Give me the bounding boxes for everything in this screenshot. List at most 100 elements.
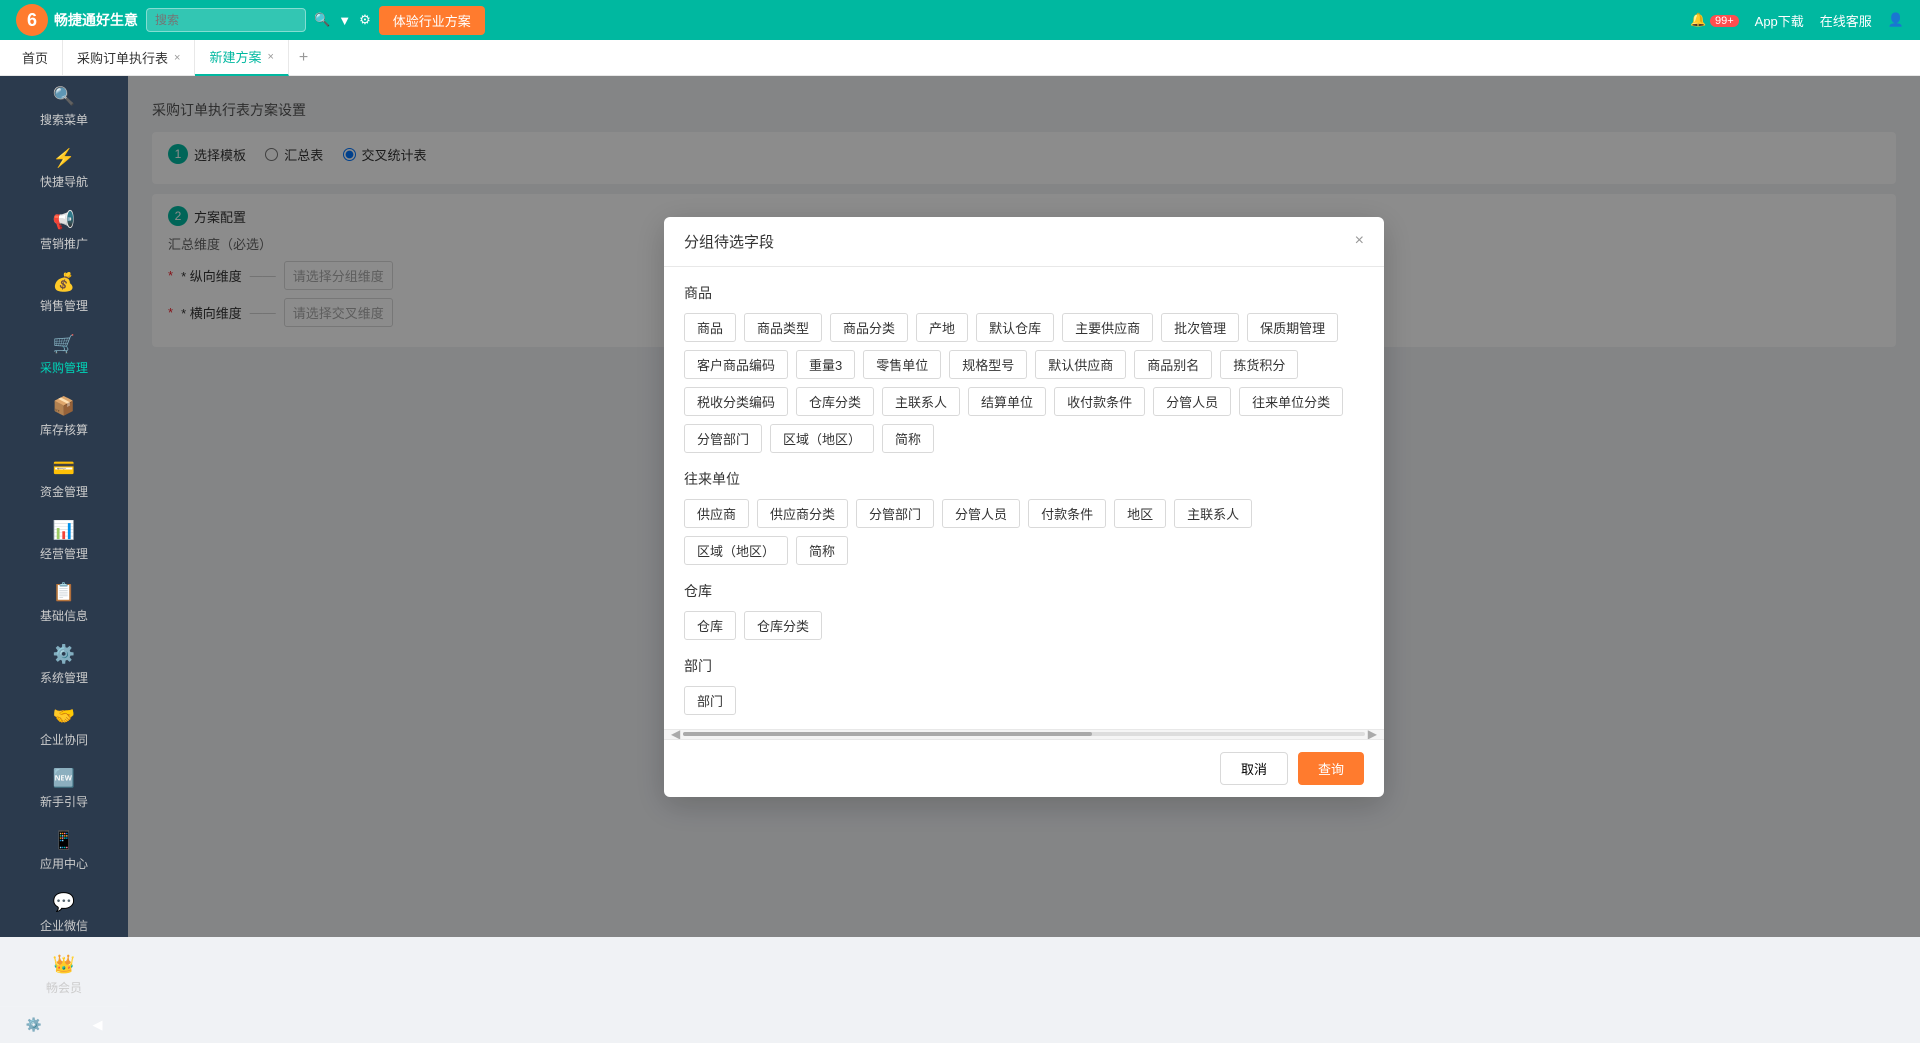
- sidebar-label-guide: 新手引导: [40, 793, 88, 810]
- sidebar-item-wechat[interactable]: 💬 企业微信: [0, 882, 128, 944]
- field-tag-abbr2[interactable]: 简称: [796, 536, 848, 565]
- search-input[interactable]: [146, 8, 306, 32]
- sidebar-item-coop[interactable]: 🤝 企业协同: [0, 696, 128, 758]
- sidebar-item-basic[interactable]: 📋 基础信息: [0, 572, 128, 634]
- sidebar-item-stock[interactable]: 📦 库存核算: [0, 386, 128, 448]
- sidebar-item-search[interactable]: 🔍 搜索菜单: [0, 76, 128, 138]
- sidebar-item-system[interactable]: ⚙️ 系统管理: [0, 634, 128, 696]
- field-tag-weight3[interactable]: 重量3: [796, 350, 855, 379]
- warehouse-section-label: 仓库: [684, 581, 1364, 601]
- field-tag-batch-mgmt[interactable]: 批次管理: [1161, 313, 1239, 342]
- dropdown-icon[interactable]: ▼: [338, 13, 351, 28]
- field-tag-payment-cond[interactable]: 付款条件: [1028, 499, 1106, 528]
- sidebar-item-purchase[interactable]: 🛒 采购管理: [0, 324, 128, 386]
- sidebar-item-finance[interactable]: 💳 资金管理: [0, 448, 128, 510]
- field-tag-goods[interactable]: 商品: [684, 313, 736, 342]
- sidebar-item-appcenter[interactable]: 📱 应用中心: [0, 820, 128, 882]
- sidebar-item-operation[interactable]: 📊 经营管理: [0, 510, 128, 572]
- field-tag-warehouse-cat[interactable]: 仓库分类: [796, 387, 874, 416]
- field-tag-settlement-unit[interactable]: 结算单位: [968, 387, 1046, 416]
- user-avatar[interactable]: 👤: [1888, 12, 1904, 28]
- field-tag-goods-type[interactable]: 商品类型: [744, 313, 822, 342]
- top-bar: 6 畅捷通好生意 🔍 ▼ ⚙ 体验行业方案 🔔 99+ App下载 在线客服 👤: [0, 0, 1920, 40]
- modal-close-button[interactable]: ×: [1355, 232, 1364, 250]
- modal-title: 分组待选字段: [684, 231, 774, 252]
- goods-field-tags: 商品 商品类型 商品分类 产地 默认仓库 主要供应商 批次管理 保质期管理 客户…: [684, 313, 1364, 453]
- sidebar-label-system: 系统管理: [40, 669, 88, 686]
- search-icon: 🔍: [314, 12, 330, 28]
- main-content: 采购订单执行表方案设置 1 选择模板 汇总表 交叉统计表 2 方案配置 汇总维度…: [128, 76, 1920, 937]
- field-tag-warehouse[interactable]: 仓库: [684, 611, 736, 640]
- purchase-icon: 🛒: [53, 334, 75, 355]
- field-tag-customer-code[interactable]: 客户商品编码: [684, 350, 788, 379]
- sidebar-bottom: ⚙️ ◀: [0, 1006, 128, 1043]
- trial-button[interactable]: 体验行业方案: [379, 6, 485, 35]
- field-tag-main-supplier[interactable]: 主要供应商: [1062, 313, 1153, 342]
- app-download-link[interactable]: App下载: [1755, 11, 1804, 30]
- field-tag-default-warehouse[interactable]: 默认仓库: [976, 313, 1054, 342]
- sidebar-item-marketing[interactable]: 📢 营销推广: [0, 200, 128, 262]
- field-tag-main-contact[interactable]: 主联系人: [882, 387, 960, 416]
- field-tag-goods-cat[interactable]: 商品分类: [830, 313, 908, 342]
- field-tag-supplier[interactable]: 供应商: [684, 499, 749, 528]
- field-tag-region[interactable]: 区域（地区）: [770, 424, 874, 453]
- cancel-button[interactable]: 取消: [1220, 752, 1288, 785]
- online-support-link[interactable]: 在线客服: [1820, 11, 1872, 30]
- sidebar-item-member[interactable]: 👑 畅会员: [0, 944, 128, 1006]
- field-tag-retail-unit[interactable]: 零售单位: [863, 350, 941, 379]
- sidebar-item-guide[interactable]: 🆕 新手引导: [0, 758, 128, 820]
- search-icon: 🔍: [53, 86, 75, 107]
- field-tag-partner-dept[interactable]: 分管部门: [856, 499, 934, 528]
- message-area[interactable]: 🔔 99+: [1690, 12, 1738, 28]
- sidebar-item-sales[interactable]: 💰 销售管理: [0, 262, 128, 324]
- field-tag-tax-code[interactable]: 税收分类编码: [684, 387, 788, 416]
- top-bar-left: 6 畅捷通好生意 🔍 ▼ ⚙ 体验行业方案: [16, 4, 485, 36]
- tab-new-plan-close[interactable]: ×: [267, 51, 273, 63]
- field-tag-area[interactable]: 地区: [1114, 499, 1166, 528]
- basic-icon: 📋: [53, 582, 75, 603]
- field-tag-partner-cat[interactable]: 往来单位分类: [1239, 387, 1343, 416]
- field-tag-supplier-cat[interactable]: 供应商分类: [757, 499, 848, 528]
- tab-add-button[interactable]: +: [289, 49, 318, 67]
- field-tag-payment-terms[interactable]: 收付款条件: [1054, 387, 1145, 416]
- field-tag-goods-alias[interactable]: 商品别名: [1134, 350, 1212, 379]
- system-icon: ⚙️: [53, 644, 75, 665]
- field-tag-partner-staff[interactable]: 分管人员: [942, 499, 1020, 528]
- field-tag-dept[interactable]: 分管部门: [684, 424, 762, 453]
- member-icon: 👑: [53, 954, 75, 975]
- modal-horizontal-scrollbar[interactable]: ◀ ▶: [664, 729, 1384, 739]
- warehouse-field-tags: 仓库 仓库分类: [684, 611, 1364, 640]
- field-tag-manager[interactable]: 分管人员: [1153, 387, 1231, 416]
- sidebar-label-quick: 快捷导航: [40, 173, 88, 190]
- dept-field-tags: 部门: [684, 686, 1364, 715]
- sidebar-item-quick[interactable]: ⚡ 快捷导航: [0, 138, 128, 200]
- confirm-button[interactable]: 查询: [1298, 752, 1364, 785]
- modal-body[interactable]: 商品 商品 商品类型 商品分类 产地 默认仓库 主要供应商 批次管理 保质期管理…: [664, 267, 1384, 729]
- field-tag-expiry-mgmt[interactable]: 保质期管理: [1247, 313, 1338, 342]
- sidebar-label-stock: 库存核算: [40, 421, 88, 438]
- tab-home[interactable]: 首页: [8, 40, 63, 76]
- tab-purchase-exec-close[interactable]: ×: [174, 52, 180, 64]
- dept-section-label: 部门: [684, 656, 1364, 676]
- sidebar-collapse-icon[interactable]: ◀: [93, 1017, 103, 1033]
- field-tag-warehouse-type[interactable]: 仓库分类: [744, 611, 822, 640]
- marketing-icon: 📢: [53, 210, 75, 231]
- field-tag-main-contact2[interactable]: 主联系人: [1174, 499, 1252, 528]
- field-tag-department[interactable]: 部门: [684, 686, 736, 715]
- field-tag-origin[interactable]: 产地: [916, 313, 968, 342]
- app-name: 畅捷通好生意: [54, 10, 138, 30]
- goods-section: 商品 商品 商品类型 商品分类 产地 默认仓库 主要供应商 批次管理 保质期管理…: [684, 283, 1364, 453]
- settings-icon[interactable]: ⚙: [359, 12, 371, 28]
- sidebar-settings-icon[interactable]: ⚙️: [25, 1017, 41, 1033]
- field-tag-default-supplier[interactable]: 默认供应商: [1035, 350, 1126, 379]
- field-tag-region2[interactable]: 区域（地区）: [684, 536, 788, 565]
- tab-new-plan[interactable]: 新建方案 ×: [195, 40, 288, 76]
- tab-purchase-exec[interactable]: 采购订单执行表 ×: [63, 40, 195, 76]
- sidebar-label-sales: 销售管理: [40, 297, 88, 314]
- field-tag-pick-points[interactable]: 拣货积分: [1220, 350, 1298, 379]
- field-tag-abbr[interactable]: 简称: [882, 424, 934, 453]
- sidebar-label-search: 搜索菜单: [40, 111, 88, 128]
- field-tag-spec-model[interactable]: 规格型号: [949, 350, 1027, 379]
- scroll-thumb[interactable]: [683, 732, 1092, 736]
- partner-section: 往来单位 供应商 供应商分类 分管部门 分管人员 付款条件 地区 主联系人 区域…: [684, 469, 1364, 565]
